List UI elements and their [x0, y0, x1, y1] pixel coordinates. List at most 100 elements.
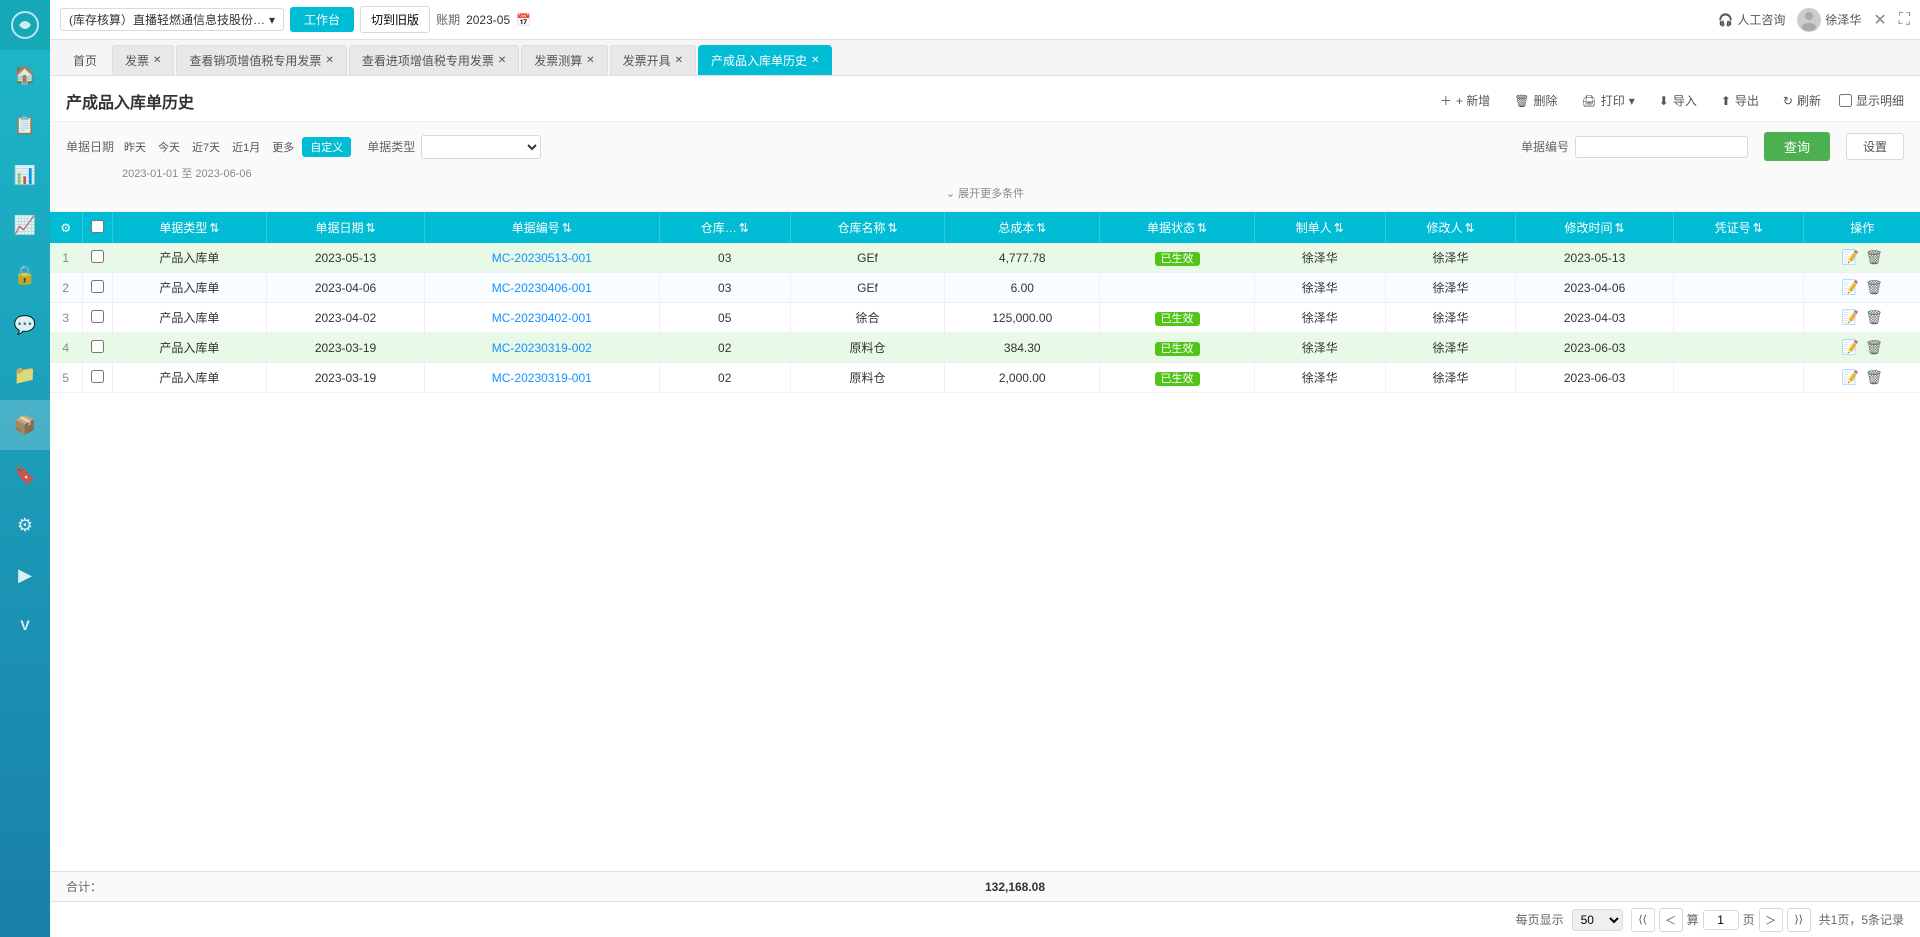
sidebar-item-files[interactable]: 📁 — [0, 350, 50, 400]
last7-btn[interactable]: 近7天 — [188, 138, 224, 156]
row-checkbox-2[interactable] — [82, 303, 112, 333]
prev-page-btn[interactable]: ＜ — [1659, 908, 1683, 932]
first-page-btn[interactable]: ⟨⟨ — [1631, 908, 1655, 932]
yesterday-btn[interactable]: 昨天 — [120, 138, 150, 156]
custom-date-btn[interactable]: 自定义 — [302, 137, 351, 157]
col-checkbox-header[interactable] — [82, 212, 112, 243]
col-docnum-header[interactable]: 单据编号⇅ — [424, 212, 659, 243]
col-total-cost-header[interactable]: 总成本⇅ — [945, 212, 1100, 243]
tab-invoice-open[interactable]: 发票开具 ✕ — [610, 45, 696, 75]
tab-invoice-calc-close[interactable]: ✕ — [586, 55, 594, 66]
expand-conditions-btn[interactable]: ⌄ 展开更多条件 — [946, 185, 1024, 201]
sidebar-item-security[interactable]: 🔒 — [0, 250, 50, 300]
tab-sales-vat-close[interactable]: ✕ — [325, 55, 333, 66]
row-delete-icon-0[interactable]: 🗑 — [1865, 249, 1883, 266]
per-page-select[interactable]: 50 100 — [1572, 909, 1623, 931]
row-edit-icon-4[interactable]: 📝 — [1842, 369, 1859, 386]
tab-product-inbound[interactable]: 产成品入库单历史 ✕ — [698, 45, 832, 75]
user-service-btn[interactable]: 🎧 人工咨询 — [1718, 11, 1785, 28]
window-minimize-icon[interactable]: ✕ — [1873, 10, 1886, 30]
tab-purchase-vat[interactable]: 查看进项增值税专用发票 ✕ — [349, 45, 519, 75]
row-checkbox-3[interactable] — [82, 333, 112, 363]
row-docnum-1[interactable]: MC-20230406-001 — [424, 273, 659, 303]
sidebar-item-play[interactable]: ▶ — [0, 550, 50, 600]
col-date-header[interactable]: 单据日期⇅ — [267, 212, 424, 243]
doc-num-filter-input[interactable] — [1575, 136, 1748, 158]
user-profile[interactable]: 徐泽华 — [1797, 8, 1861, 32]
col-modify-time-header[interactable]: 修改时间⇅ — [1516, 212, 1673, 243]
calendar-icon[interactable]: 📅 — [516, 13, 531, 27]
tab-invoice-close[interactable]: ✕ — [153, 55, 161, 66]
row-select-3[interactable] — [91, 340, 104, 353]
col-warehouse-name-header[interactable]: 仓库名称⇅ — [790, 212, 945, 243]
window-maximize-icon[interactable]: ⛶ — [1899, 11, 1910, 29]
row-edit-icon-1[interactable]: 📝 — [1842, 279, 1859, 296]
tab-invoice-calc-label: 发票测算 — [534, 52, 582, 69]
row-select-2[interactable] — [91, 310, 104, 323]
tab-sales-vat[interactable]: 查看销项增值税专用发票 ✕ — [176, 45, 346, 75]
col-warehouse-code-header[interactable]: 仓库…⇅ — [659, 212, 790, 243]
tab-invoice-label: 发票 — [125, 52, 149, 69]
row-docnum-4[interactable]: MC-20230319-001 — [424, 363, 659, 393]
sidebar-item-stamp[interactable]: 🔖 — [0, 450, 50, 500]
row-edit-icon-2[interactable]: 📝 — [1842, 309, 1859, 326]
print-button[interactable]: 🖨 打印 ▾ — [1575, 88, 1640, 113]
last-page-btn[interactable]: ⟩⟩ — [1787, 908, 1811, 932]
sidebar-item-v[interactable]: V — [0, 600, 50, 650]
row-docnum-0[interactable]: MC-20230513-001 — [424, 243, 659, 273]
col-type-header[interactable]: 单据类型⇅ — [112, 212, 267, 243]
row-delete-icon-1[interactable]: 🗑 — [1865, 279, 1883, 296]
tab-invoice[interactable]: 发票 ✕ — [112, 45, 174, 75]
row-docnum-3[interactable]: MC-20230319-002 — [424, 333, 659, 363]
row-select-1[interactable] — [91, 280, 104, 293]
select-all-checkbox[interactable] — [91, 220, 104, 233]
col-modifier-header[interactable]: 修改人⇅ — [1385, 212, 1516, 243]
next-page-btn[interactable]: ＞ — [1759, 908, 1783, 932]
company-selector[interactable]: (库存核算）直播轻燃通信息技股份… ▾ — [60, 8, 284, 31]
row-delete-icon-4[interactable]: 🗑 — [1865, 369, 1883, 386]
export-button[interactable]: ⬆ 导出 — [1715, 88, 1765, 113]
sidebar-item-settings[interactable]: ⚙ — [0, 500, 50, 550]
col-status-header[interactable]: 单据状态⇅ — [1100, 212, 1255, 243]
row-checkbox-4[interactable] — [82, 363, 112, 393]
tab-product-inbound-close[interactable]: ✕ — [811, 55, 819, 66]
tab-home[interactable]: 首页 — [60, 45, 110, 75]
tab-invoice-open-close[interactable]: ✕ — [675, 55, 683, 66]
sidebar-item-docs[interactable]: 📋 — [0, 100, 50, 150]
type-filter-select[interactable] — [421, 135, 541, 159]
row-docnum-2[interactable]: MC-20230402-001 — [424, 303, 659, 333]
sidebar-item-home[interactable]: 🏠 — [0, 50, 50, 100]
row-edit-icon-0[interactable]: 📝 — [1842, 249, 1859, 266]
workbench-button[interactable]: 工作台 — [290, 7, 354, 32]
row-delete-icon-3[interactable]: 🗑 — [1865, 339, 1883, 356]
row-checkbox-0[interactable] — [82, 243, 112, 273]
query-button[interactable]: 查询 — [1764, 132, 1830, 161]
row-edit-icon-3[interactable]: 📝 — [1842, 339, 1859, 356]
delete-button[interactable]: 🗑 删除 — [1508, 88, 1563, 113]
col-settings-header[interactable]: ⚙ — [50, 212, 82, 243]
switch-version-button[interactable]: 切到旧版 — [360, 6, 430, 33]
row-creator-3: 徐泽华 — [1254, 333, 1385, 363]
sidebar-item-analytics[interactable]: 📈 — [0, 200, 50, 250]
last-month-btn[interactable]: 近1月 — [228, 138, 264, 156]
today-btn[interactable]: 今天 — [154, 138, 184, 156]
sidebar-item-inventory[interactable]: 📦 — [0, 400, 50, 450]
col-voucher-header[interactable]: 凭证号⇅ — [1673, 212, 1804, 243]
row-select-4[interactable] — [91, 370, 104, 383]
row-checkbox-1[interactable] — [82, 273, 112, 303]
sidebar-item-messages[interactable]: 💬 — [0, 300, 50, 350]
row-delete-icon-2[interactable]: 🗑 — [1865, 309, 1883, 326]
show-detail-checkbox[interactable] — [1839, 94, 1852, 107]
import-button[interactable]: ⬇ 导入 — [1653, 88, 1703, 113]
tab-invoice-calc[interactable]: 发票测算 ✕ — [521, 45, 607, 75]
set-button[interactable]: 设置 — [1846, 133, 1904, 160]
page-number-input[interactable]: 1 — [1703, 910, 1739, 930]
tab-purchase-vat-close[interactable]: ✕ — [498, 55, 506, 66]
sidebar-item-reports[interactable]: 📊 — [0, 150, 50, 200]
new-button[interactable]: ＋ + 新增 — [1434, 88, 1496, 113]
refresh-button[interactable]: ↻ 刷新 — [1777, 88, 1827, 113]
show-detail-toggle[interactable]: 显示明细 — [1839, 92, 1904, 109]
col-creator-header[interactable]: 制单人⇅ — [1254, 212, 1385, 243]
row-select-0[interactable] — [91, 250, 104, 263]
more-btn[interactable]: 更多 — [268, 138, 298, 156]
